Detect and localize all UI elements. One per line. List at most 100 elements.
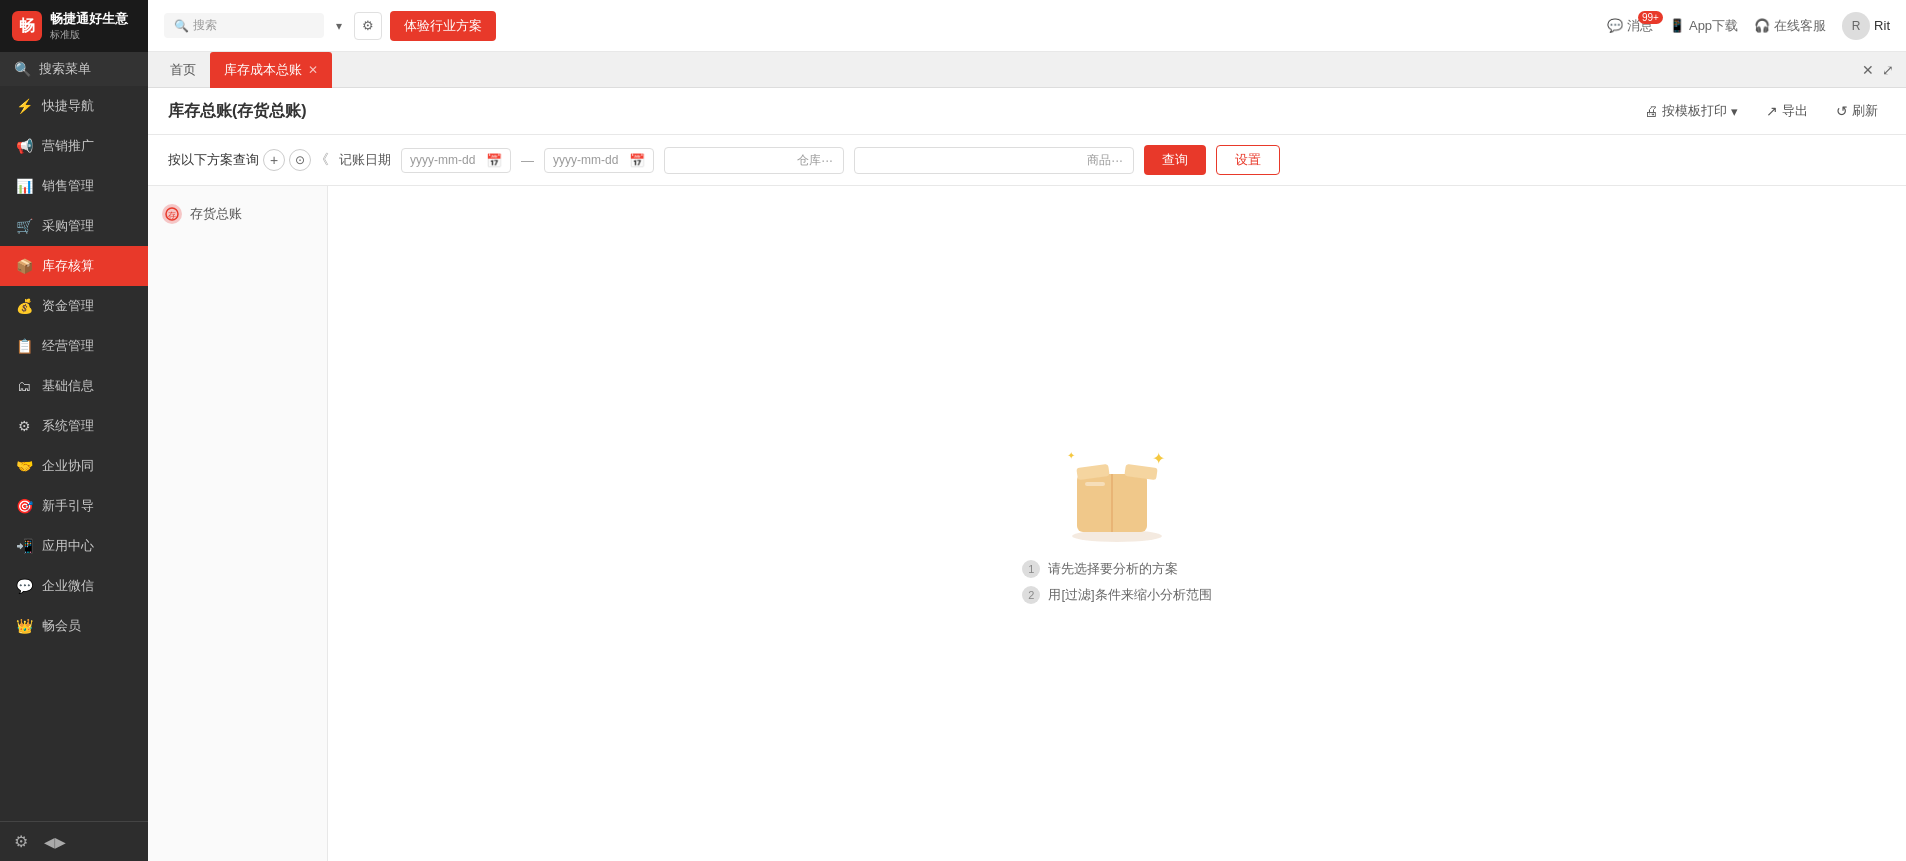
sidebar-item-app-center[interactable]: 📲 应用中心 (0, 526, 148, 566)
sidebar-item-label: 经营管理 (42, 337, 94, 355)
settings-link-button[interactable]: 设置 (1216, 145, 1280, 175)
panel-resize-button[interactable]: ⤢ (1882, 62, 1894, 78)
content-area: 库存总账(存货总账) 🖨 按模板打印 ▾ ↗ 导出 ↺ 刷新 (148, 88, 1906, 861)
empty-tip-1: 1 请先选择要分析的方案 (1022, 560, 1211, 578)
sidebar-item-label: 应用中心 (42, 537, 94, 555)
topbar-dropdown-button[interactable]: ▾ (332, 15, 346, 37)
print-button[interactable]: 🖨 按模板打印 ▾ (1636, 98, 1746, 124)
footer-toggle-button[interactable]: ◀▶ (44, 834, 66, 850)
online-support-label: 在线客服 (1774, 17, 1826, 35)
sidebar-item-capital[interactable]: 💰 资金管理 (0, 286, 148, 326)
sidebar-item-label: 新手引导 (42, 497, 94, 515)
tip-text-1: 请先选择要分析的方案 (1048, 560, 1178, 578)
topbar-left: 🔍 搜索 ▾ ⚙ 体验行业方案 (164, 11, 496, 41)
sidebar-search[interactable]: 🔍 搜索菜单 (0, 52, 148, 86)
panel-close-button[interactable]: ✕ (1862, 62, 1874, 78)
user-avatar: R (1842, 12, 1870, 40)
sidebar-item-label: 基础信息 (42, 377, 94, 395)
scheme-item-inventory-ledger[interactable]: 存 存货总账 (148, 196, 327, 232)
sidebar-footer: ⚙ ◀▶ (0, 821, 148, 861)
page-header-actions: 🖨 按模板打印 ▾ ↗ 导出 ↺ 刷新 (1636, 98, 1886, 124)
sidebar-item-label: 系统管理 (42, 417, 94, 435)
message-button[interactable]: 💬 消息 99+ (1607, 17, 1653, 35)
sidebar-item-enterprise[interactable]: 🤝 企业协同 (0, 446, 148, 486)
filter-bar: 按以下方案查询 + ⊙ 《 记账日期 yyyy-mm-dd 📅 — yyyy-m… (148, 135, 1906, 186)
app-logo-icon: 畅 (12, 11, 42, 41)
wechat-icon: 💬 (14, 576, 34, 596)
product-input[interactable]: 商品 ··· (854, 147, 1134, 174)
sidebar-item-purchase[interactable]: 🛒 采购管理 (0, 206, 148, 246)
filter-scheme-button[interactable]: ⊙ (289, 149, 311, 171)
app-title: 畅捷通好生意 (50, 11, 128, 28)
topbar-settings-button[interactable]: ⚙ (354, 12, 382, 40)
tab-panel-controls: ✕ ⤢ (1862, 62, 1898, 78)
print-dropdown-icon[interactable]: ▾ (1731, 104, 1738, 119)
app-download-label: App下载 (1689, 17, 1738, 35)
marketing-icon: 📢 (14, 136, 34, 156)
tab-home[interactable]: 首页 (156, 52, 210, 88)
scheme-panel: 存 存货总账 (148, 186, 328, 861)
filter-add-button[interactable]: + (263, 149, 285, 171)
filter-scheme-section: 按以下方案查询 + ⊙ 《 (168, 149, 329, 171)
export-icon: ↗ (1766, 103, 1778, 119)
system-icon: ⚙ (14, 416, 34, 436)
sidebar-item-label: 快捷导航 (42, 97, 94, 115)
empty-illustration: ✦ ✦ (1057, 444, 1177, 544)
sidebar: 畅 畅捷通好生意 标准版 🔍 搜索菜单 ⚡ 快捷导航 📢 营销推广 📊 销售管理… (0, 0, 148, 861)
industry-solution-button[interactable]: 体验行业方案 (390, 11, 496, 41)
footer-settings-button[interactable]: ⚙ (14, 832, 28, 851)
product-more-icon: ··· (1111, 152, 1123, 168)
sidebar-item-operation[interactable]: 📋 经营管理 (0, 326, 148, 366)
date-end-placeholder: yyyy-mm-dd (553, 153, 618, 167)
warehouse-more-icon: ··· (821, 152, 833, 168)
export-button[interactable]: ↗ 导出 (1758, 98, 1816, 124)
filter-scheme-label: 按以下方案查询 (168, 151, 259, 169)
sidebar-item-guide[interactable]: 🎯 新手引导 (0, 486, 148, 526)
search-icon: 🔍 (14, 61, 31, 77)
sales-icon: 📊 (14, 176, 34, 196)
empty-state: ✦ ✦ 1 请先选择要分析的方案 2 用[过滤]条件来缩小分析范围 (1022, 444, 1211, 604)
sidebar-item-label: 畅会员 (42, 617, 81, 635)
basic-info-icon: 🗂 (14, 376, 34, 396)
user-profile[interactable]: R Rit (1842, 12, 1890, 40)
tab-inventory-ledger[interactable]: 库存成本总账 ✕ (210, 52, 332, 88)
svg-text:✦: ✦ (1067, 450, 1075, 461)
sidebar-item-marketing[interactable]: 📢 营销推广 (0, 126, 148, 166)
filter-collapse-button[interactable]: 《 (315, 151, 329, 169)
svg-text:存: 存 (168, 211, 176, 220)
sidebar-item-sales[interactable]: 📊 销售管理 (0, 166, 148, 206)
calendar-end-icon: 📅 (629, 153, 645, 168)
main-area: 🔍 搜索 ▾ ⚙ 体验行业方案 💬 消息 99+ 📱 App下载 🎧 在线客服 (148, 0, 1906, 861)
warehouse-input[interactable]: 仓库 ··· (664, 147, 844, 174)
page-header: 库存总账(存货总账) 🖨 按模板打印 ▾ ↗ 导出 ↺ 刷新 (148, 88, 1906, 135)
app-subtitle: 标准版 (50, 28, 128, 41)
page-title: 库存总账(存货总账) (168, 101, 307, 122)
online-support-button[interactable]: 🎧 在线客服 (1754, 17, 1826, 35)
phone-icon: 📱 (1669, 18, 1685, 33)
app-download-button[interactable]: 📱 App下载 (1669, 17, 1738, 35)
sidebar-item-system[interactable]: ⚙ 系统管理 (0, 406, 148, 446)
sidebar-item-quick-nav[interactable]: ⚡ 快捷导航 (0, 86, 148, 126)
svg-rect-6 (1085, 482, 1105, 486)
sidebar-item-label: 资金管理 (42, 297, 94, 315)
sidebar-item-label: 营销推广 (42, 137, 94, 155)
sidebar-item-wechat[interactable]: 💬 企业微信 (0, 566, 148, 606)
refresh-label: 刷新 (1852, 102, 1878, 120)
empty-tips: 1 请先选择要分析的方案 2 用[过滤]条件来缩小分析范围 (1022, 560, 1211, 604)
export-label: 导出 (1782, 102, 1808, 120)
refresh-button[interactable]: ↺ 刷新 (1828, 98, 1886, 124)
enterprise-icon: 🤝 (14, 456, 34, 476)
date-start-input[interactable]: yyyy-mm-dd 📅 (401, 148, 511, 173)
sidebar-item-member[interactable]: 👑 畅会员 (0, 606, 148, 646)
tab-close-button[interactable]: ✕ (308, 63, 318, 77)
query-button[interactable]: 查询 (1144, 145, 1206, 175)
topbar-search-box[interactable]: 🔍 搜索 (164, 13, 324, 38)
scheme-icon: 存 (162, 204, 182, 224)
sidebar-item-basic-info[interactable]: 🗂 基础信息 (0, 366, 148, 406)
sidebar-item-inventory[interactable]: 📦 库存核算 (0, 246, 148, 286)
print-icon: 🖨 (1644, 103, 1658, 119)
date-end-input[interactable]: yyyy-mm-dd 📅 (544, 148, 654, 173)
tip-num-2: 2 (1022, 586, 1040, 604)
message-badge: 99+ (1638, 11, 1663, 24)
app-logo-text: 畅捷通好生意 标准版 (50, 11, 128, 41)
